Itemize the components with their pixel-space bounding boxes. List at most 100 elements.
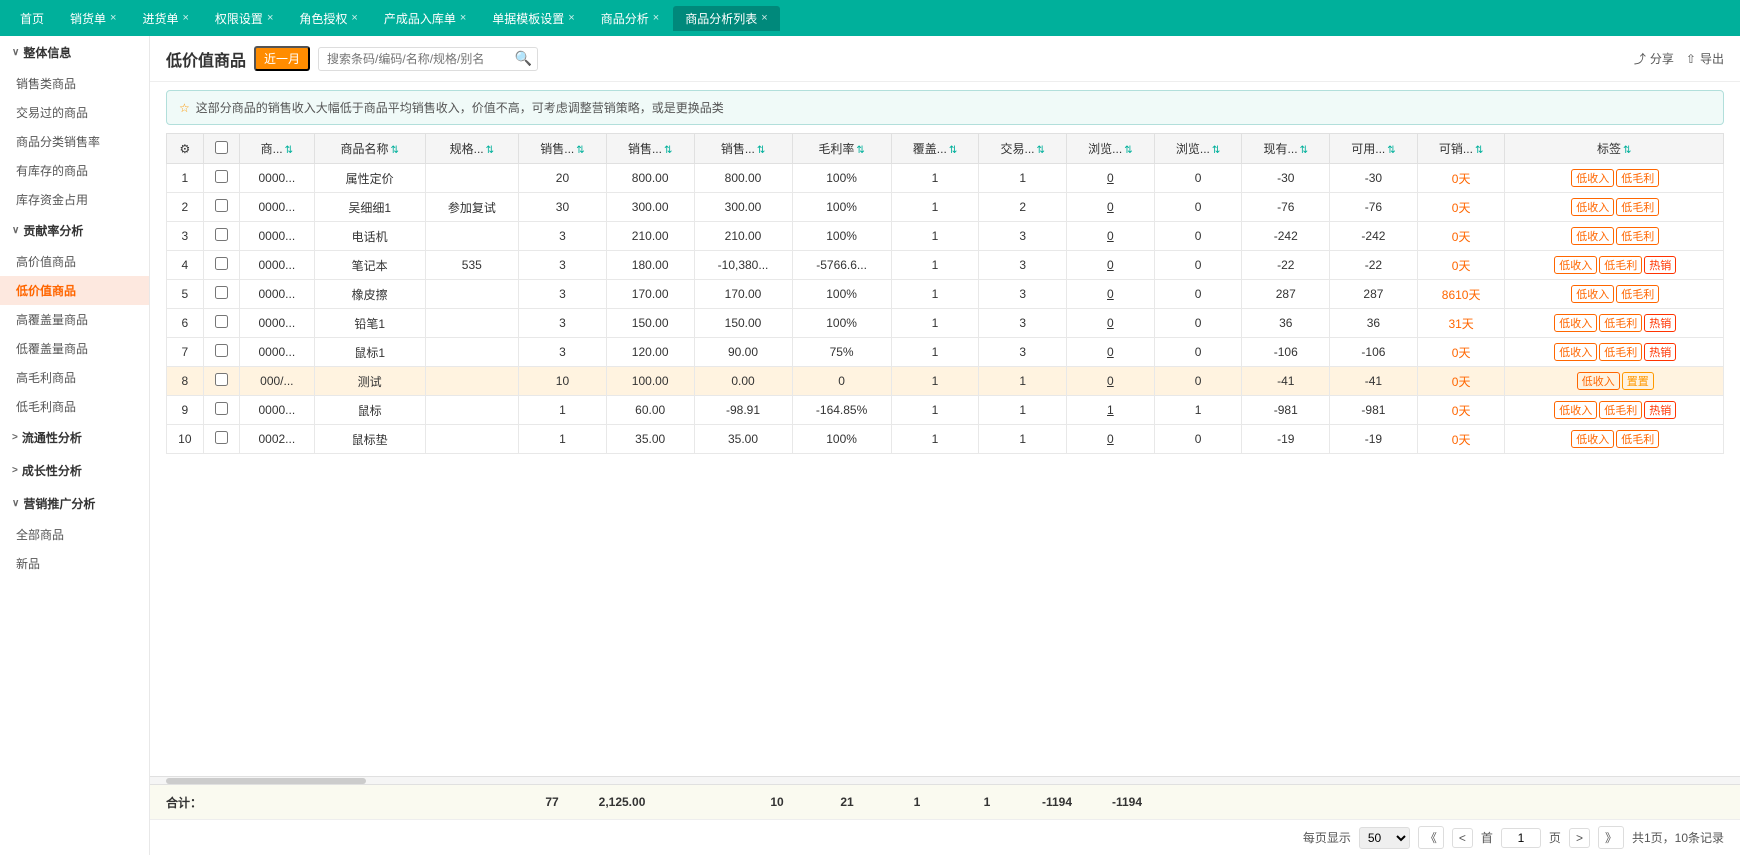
col-code[interactable]: 商...⇅ (239, 134, 314, 164)
search-input[interactable] (318, 47, 538, 71)
row-checkbox[interactable] (215, 170, 228, 183)
col-name[interactable]: 商品名称⇅ (314, 134, 425, 164)
browse-link[interactable]: 0 (1107, 432, 1114, 446)
nav-permission[interactable]: 权限设置 × (203, 6, 285, 31)
close-icon[interactable]: × (653, 12, 659, 24)
sidebar-item-high-margin[interactable]: 高毛利商品 (0, 363, 149, 392)
row-browse1[interactable]: 1 (1067, 396, 1155, 425)
close-icon[interactable]: × (568, 12, 574, 24)
row-checkbox[interactable] (215, 257, 228, 270)
row-checkbox[interactable] (215, 402, 228, 415)
nav-home[interactable]: 首页 (8, 6, 56, 31)
row-checkbox-cell[interactable] (203, 367, 239, 396)
scrollbar-row[interactable] (150, 776, 1740, 784)
row-checkbox-cell[interactable] (203, 280, 239, 309)
sidebar-item-category-sales[interactable]: 商品分类销售率 (0, 127, 149, 156)
close-icon[interactable]: × (182, 12, 188, 24)
nav-product-analysis[interactable]: 商品分析 × (589, 6, 671, 31)
close-icon[interactable]: × (460, 12, 466, 24)
col-trade[interactable]: 交易...⇅ (979, 134, 1067, 164)
col-s2[interactable]: 销售...⇅ (606, 134, 694, 164)
col-settings[interactable]: ⚙ (167, 134, 204, 164)
row-checkbox-cell[interactable] (203, 251, 239, 280)
browse-link[interactable]: 0 (1107, 258, 1114, 272)
row-checkbox[interactable] (215, 315, 228, 328)
browse-link[interactable]: 1 (1107, 403, 1114, 417)
date-filter-button[interactable]: 近一月 (254, 46, 310, 71)
next-page-button[interactable]: > (1569, 828, 1590, 848)
browse-link[interactable]: 0 (1107, 287, 1114, 301)
select-all-checkbox[interactable] (215, 141, 228, 154)
nav-product-in[interactable]: 产成品入库单 × (372, 6, 478, 31)
sidebar-group-marketing[interactable]: ∨ 营销推广分析 (0, 487, 149, 520)
nav-role[interactable]: 角色授权 × (287, 6, 369, 31)
row-checkbox-cell[interactable] (203, 396, 239, 425)
row-browse1[interactable]: 0 (1067, 251, 1155, 280)
nav-template[interactable]: 单据模板设置 × (480, 6, 586, 31)
nav-product-analysis-list[interactable]: 商品分析列表 × (673, 6, 779, 31)
last-page-button[interactable]: 》 (1598, 826, 1624, 849)
col-browse2[interactable]: 浏览...⇅ (1154, 134, 1242, 164)
row-browse1[interactable]: 0 (1067, 164, 1155, 193)
sidebar-item-traded-goods[interactable]: 交易过的商品 (0, 98, 149, 127)
sidebar-group-contribution[interactable]: ∨ 贡献率分析 (0, 214, 149, 247)
col-cover[interactable]: 覆盖...⇅ (891, 134, 979, 164)
row-browse1[interactable]: 0 (1067, 425, 1155, 454)
prev-page-button[interactable]: < (1452, 828, 1473, 848)
sidebar-item-high-coverage[interactable]: 高覆盖量商品 (0, 305, 149, 334)
sidebar-item-low-coverage[interactable]: 低覆盖量商品 (0, 334, 149, 363)
col-spec[interactable]: 规格...⇅ (425, 134, 519, 164)
search-icon[interactable]: 🔍 (515, 50, 532, 67)
row-checkbox[interactable] (215, 228, 228, 241)
row-checkbox[interactable] (215, 286, 228, 299)
browse-link[interactable]: 0 (1107, 345, 1114, 359)
close-icon[interactable]: × (267, 12, 273, 24)
export-button[interactable]: ⇧ 导出 (1686, 50, 1724, 67)
col-stock2[interactable]: 可用...⇅ (1330, 134, 1418, 164)
row-checkbox-cell[interactable] (203, 338, 239, 367)
row-browse1[interactable]: 0 (1067, 367, 1155, 396)
col-s1[interactable]: 销售...⇅ (519, 134, 607, 164)
browse-link[interactable]: 0 (1107, 316, 1114, 330)
row-checkbox[interactable] (215, 431, 228, 444)
browse-link[interactable]: 0 (1107, 229, 1114, 243)
browse-link[interactable]: 0 (1107, 200, 1114, 214)
row-browse1[interactable]: 0 (1067, 222, 1155, 251)
close-icon[interactable]: × (761, 12, 767, 24)
col-stock1[interactable]: 现有...⇅ (1242, 134, 1330, 164)
row-browse1[interactable]: 0 (1067, 193, 1155, 222)
row-browse1[interactable]: 0 (1067, 280, 1155, 309)
row-checkbox-cell[interactable] (203, 193, 239, 222)
sidebar-item-stock-goods[interactable]: 有库存的商品 (0, 156, 149, 185)
browse-link[interactable]: 0 (1107, 171, 1114, 185)
col-margin[interactable]: 毛利率⇅ (792, 134, 891, 164)
sidebar-item-stock-capital[interactable]: 库存资金占用 (0, 185, 149, 214)
row-checkbox-cell[interactable] (203, 309, 239, 338)
row-checkbox-cell[interactable] (203, 425, 239, 454)
nav-purchase[interactable]: 进货单 × (130, 6, 200, 31)
col-browse1[interactable]: 浏览...⇅ (1067, 134, 1155, 164)
col-s3[interactable]: 销售...⇅ (694, 134, 792, 164)
row-checkbox[interactable] (215, 199, 228, 212)
row-checkbox-cell[interactable] (203, 164, 239, 193)
sidebar-item-sales-goods[interactable]: 销售类商品 (0, 69, 149, 98)
sidebar-group-growth[interactable]: > 成长性分析 (0, 454, 149, 487)
col-tags[interactable]: 标签⇅ (1505, 134, 1724, 164)
sidebar-item-new-goods[interactable]: 新品 (0, 549, 149, 578)
row-browse1[interactable]: 0 (1067, 338, 1155, 367)
page-number-input[interactable] (1501, 828, 1541, 848)
row-browse1[interactable]: 0 (1067, 309, 1155, 338)
sidebar-item-high-value[interactable]: 高价值商品 (0, 247, 149, 276)
sidebar-group-circulation[interactable]: > 流通性分析 (0, 421, 149, 454)
row-checkbox[interactable] (215, 373, 228, 386)
sidebar-item-low-margin[interactable]: 低毛利商品 (0, 392, 149, 421)
nav-sales[interactable]: 销货单 × (58, 6, 128, 31)
browse-link[interactable]: 0 (1107, 374, 1114, 388)
sidebar-group-overall[interactable]: ∨ 整体信息 (0, 36, 149, 69)
close-icon[interactable]: × (351, 12, 357, 24)
per-page-select[interactable]: 50 100 200 (1359, 827, 1410, 849)
share-button[interactable]: ⤴ 分享 (1634, 50, 1674, 67)
close-icon[interactable]: × (110, 12, 116, 24)
sidebar-item-low-value[interactable]: 低价值商品 (0, 276, 149, 305)
row-checkbox[interactable] (215, 344, 228, 357)
